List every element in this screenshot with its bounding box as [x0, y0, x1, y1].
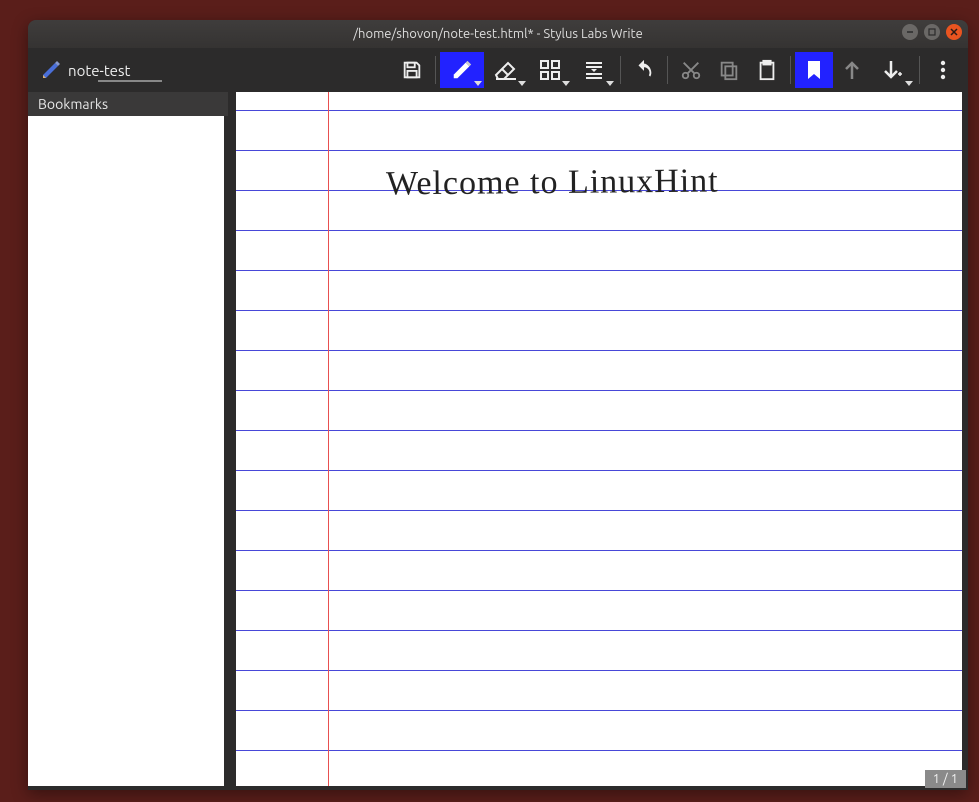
dropdown-arrow-icon: [518, 81, 526, 86]
toolbar-right: [393, 52, 962, 88]
cut-icon: [680, 59, 702, 81]
titlebar[interactable]: /home/shovon/note-test.html* - Stylus La…: [28, 20, 968, 48]
margin-line: [328, 92, 329, 786]
pen-button[interactable]: [440, 52, 484, 88]
dropdown-arrow-icon: [905, 81, 913, 86]
overflow-menu-icon: [940, 60, 946, 80]
sidebar: Bookmarks: [28, 92, 228, 790]
copy-icon: [718, 59, 740, 81]
paste-icon: [756, 59, 778, 81]
window-title: /home/shovon/note-test.html* - Stylus La…: [353, 27, 643, 41]
select-button[interactable]: [528, 52, 572, 88]
dropdown-arrow-icon: [606, 81, 614, 86]
note-canvas[interactable]: Welcome to LinuxHint: [236, 92, 962, 786]
prev-page-button[interactable]: [833, 52, 871, 88]
document-name[interactable]: note-test: [68, 62, 130, 79]
menu-button[interactable]: [924, 52, 962, 88]
minimize-button[interactable]: [902, 24, 918, 40]
body-area: Bookmarks: [28, 92, 968, 790]
dropdown-arrow-icon: [562, 81, 570, 86]
handwritten-text: Welcome to LinuxHint: [386, 163, 719, 204]
app-pencil-icon: [40, 59, 62, 81]
page-counter: 1 / 1: [925, 770, 966, 788]
doc-name-underline: [98, 80, 162, 82]
select-icon: [539, 59, 561, 81]
bookmarks-header[interactable]: Bookmarks: [28, 92, 228, 116]
window-controls: [902, 24, 962, 40]
cut-button[interactable]: [672, 52, 710, 88]
bookmark-icon: [805, 59, 823, 81]
down-arrow-plus-icon: [882, 59, 904, 81]
eraser-icon: [494, 59, 518, 81]
undo-button[interactable]: [625, 52, 663, 88]
separator: [919, 56, 920, 84]
toolbar-left: note-test: [34, 59, 130, 81]
insert-space-icon: [583, 59, 605, 81]
maximize-button[interactable]: [924, 24, 940, 40]
eraser-button[interactable]: [484, 52, 528, 88]
separator: [667, 56, 668, 84]
insert-space-button[interactable]: [572, 52, 616, 88]
undo-icon: [633, 59, 655, 81]
pen-icon: [451, 59, 473, 81]
save-icon: [401, 59, 423, 81]
copy-button[interactable]: [710, 52, 748, 88]
paste-button[interactable]: [748, 52, 786, 88]
dropdown-arrow-icon: [474, 81, 482, 86]
save-button[interactable]: [393, 52, 431, 88]
bookmark-button[interactable]: [795, 52, 833, 88]
close-button[interactable]: [946, 24, 962, 40]
separator: [620, 56, 621, 84]
separator: [435, 56, 436, 84]
separator: [790, 56, 791, 84]
up-arrow-icon: [842, 59, 862, 81]
bookmarks-list[interactable]: [28, 116, 224, 786]
toolbar: note-test: [28, 48, 968, 92]
canvas-area: Welcome to LinuxHint 1 / 1: [228, 92, 968, 790]
app-window: /home/shovon/note-test.html* - Stylus La…: [28, 20, 968, 790]
next-page-button[interactable]: [871, 52, 915, 88]
